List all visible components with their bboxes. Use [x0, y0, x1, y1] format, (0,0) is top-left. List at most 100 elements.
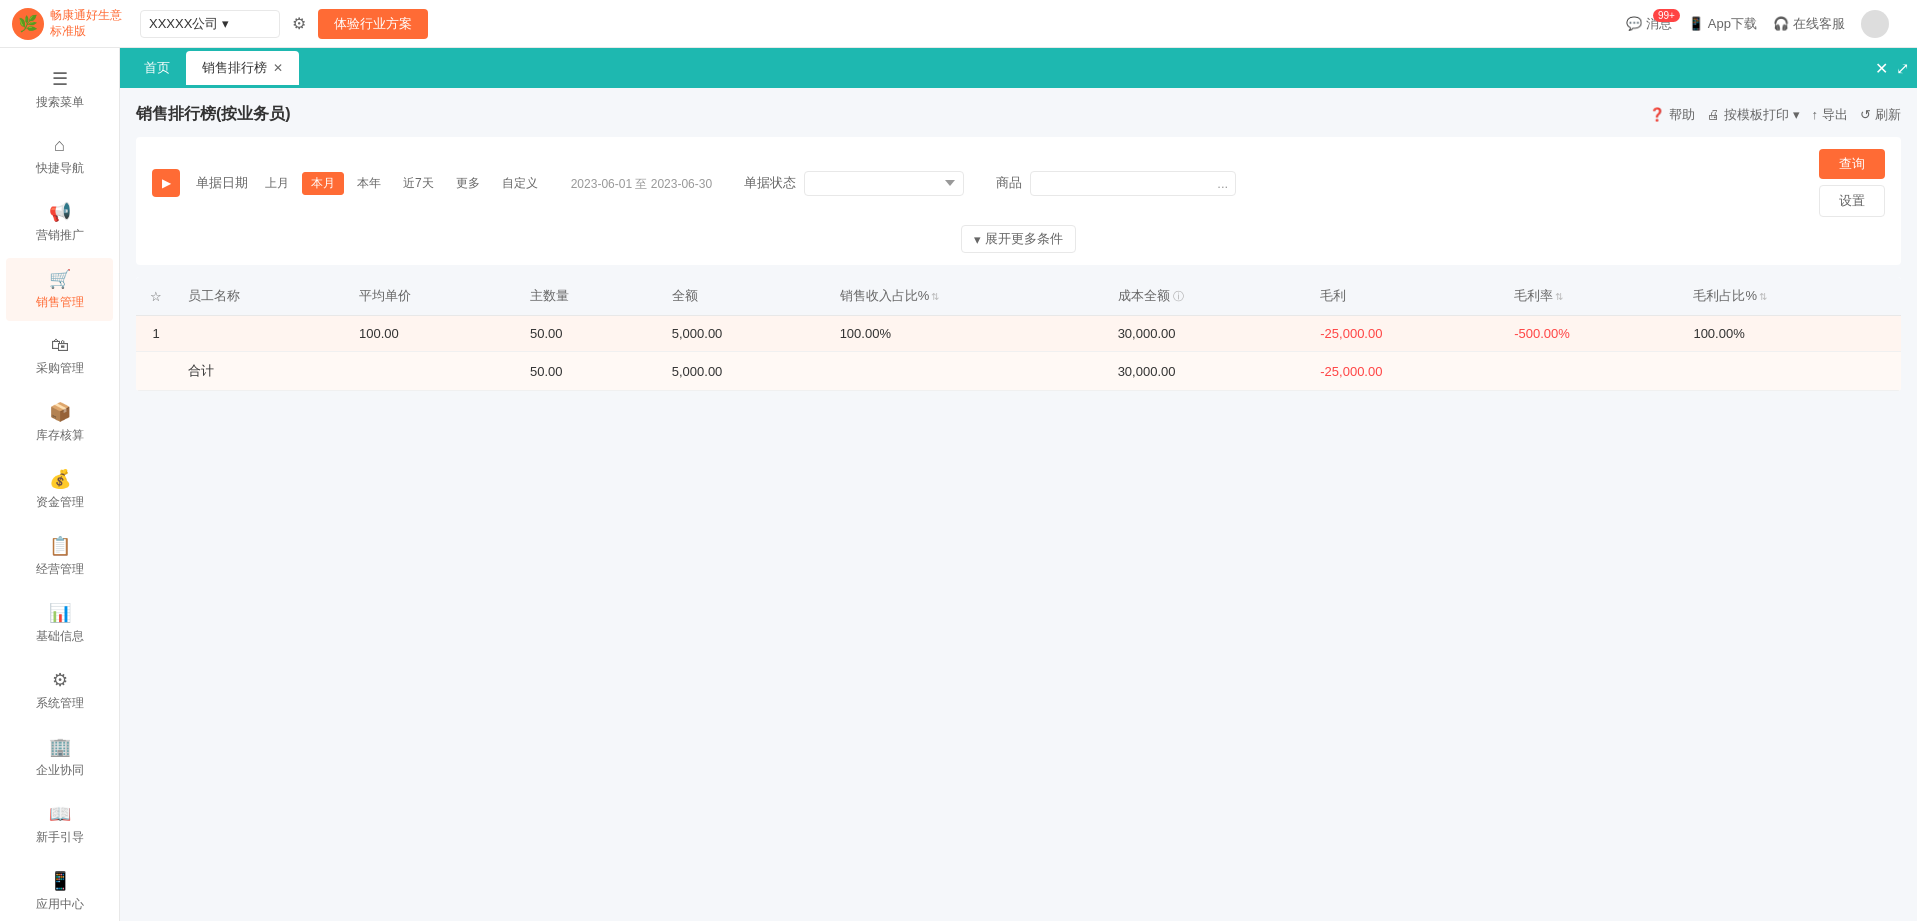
- tab-right-actions: ✕ ⤢: [1875, 59, 1909, 78]
- goods-filter: 商品 ...: [996, 171, 1236, 196]
- query-button[interactable]: 查询: [1819, 149, 1885, 179]
- table-container: ☆ 员工名称 平均单价 主数量 全额 销售收入占比%⇅ 成本全额 ⓘ 毛利 毛利…: [136, 277, 1901, 391]
- settings-icon[interactable]: ⚙: [288, 10, 310, 37]
- filter-expand-toggle[interactable]: ▶: [152, 169, 180, 197]
- goods-input[interactable]: [1030, 171, 1236, 196]
- cell-cost: 30,000.00: [1106, 316, 1309, 352]
- data-table: ☆ 员工名称 平均单价 主数量 全额 销售收入占比%⇅ 成本全额 ⓘ 毛利 毛利…: [136, 277, 1901, 391]
- experience-button[interactable]: 体验行业方案: [318, 9, 428, 39]
- date-tab-more[interactable]: 更多: [447, 172, 489, 195]
- date-tab-last7days[interactable]: 近7天: [394, 172, 443, 195]
- sidebar-item-label: 资金管理: [36, 494, 84, 511]
- total-gross-profit: -25,000.00: [1308, 352, 1502, 391]
- date-tab-last-month[interactable]: 上月: [256, 172, 298, 195]
- sidebar-item-label: 应用中心: [36, 896, 84, 913]
- sidebar: ☰ 搜索菜单 ⌂ 快捷导航 📢 营销推广 🛒 销售管理 🛍 采购管理 📦 库存核…: [0, 48, 120, 921]
- date-filter-label: 单据日期: [196, 174, 248, 192]
- system-icon: ⚙: [52, 669, 68, 691]
- operations-icon: 📋: [49, 535, 71, 557]
- gross-pct-sort-icon[interactable]: ⇅: [1759, 291, 1767, 302]
- tab-expand-btn[interactable]: ⤢: [1896, 59, 1909, 78]
- search-order-icon: ☰: [52, 68, 68, 90]
- home-icon: ⌂: [54, 135, 65, 156]
- status-select[interactable]: [804, 171, 964, 196]
- sidebar-item-label: 采购管理: [36, 360, 84, 377]
- col-employee: 员工名称: [176, 277, 347, 316]
- goods-filter-label: 商品: [996, 174, 1022, 192]
- gross-rate-sort-icon[interactable]: ⇅: [1555, 291, 1563, 302]
- sidebar-item-operations[interactable]: 📋 经营管理: [6, 525, 113, 588]
- sidebar-item-app-center[interactable]: 📱 应用中心: [6, 860, 113, 921]
- basic-info-icon: 📊: [49, 602, 71, 624]
- sidebar-item-basic-info[interactable]: 📊 基础信息: [6, 592, 113, 655]
- finance-icon: 💰: [49, 468, 71, 490]
- page-header: 销售排行榜(按业务员) ❓ 帮助 🖨 按模板打印 ▾ ↑ 导出: [136, 104, 1901, 125]
- total-row: 合计 50.00 5,000.00 30,000.00 -25,000.00: [136, 352, 1901, 391]
- logo-icon: 🌿: [12, 8, 44, 40]
- sidebar-item-purchase[interactable]: 🛍 采购管理: [6, 325, 113, 387]
- sidebar-item-inventory[interactable]: 📦 库存核算: [6, 391, 113, 454]
- expand-filters-button[interactable]: ▾ 展开更多条件: [961, 225, 1076, 253]
- marketing-icon: 📢: [49, 201, 71, 223]
- goods-more-icon[interactable]: ...: [1217, 176, 1228, 191]
- sidebar-item-search-order[interactable]: ☰ 搜索菜单: [6, 58, 113, 121]
- refresh-icon: ↺: [1860, 107, 1871, 122]
- query-actions: 查询 设置: [1819, 149, 1885, 217]
- refresh-button[interactable]: ↺ 刷新: [1860, 106, 1901, 124]
- sidebar-item-label: 经营管理: [36, 561, 84, 578]
- export-icon: ↑: [1812, 107, 1819, 122]
- date-tab-this-year[interactable]: 本年: [348, 172, 390, 195]
- total-gross-rate: [1502, 352, 1681, 391]
- tab-sales-rank[interactable]: 销售排行榜 ✕: [186, 51, 299, 85]
- cost-info-icon[interactable]: ⓘ: [1170, 290, 1184, 302]
- tab-close-window-btn[interactable]: ✕: [1875, 59, 1888, 78]
- top-right: 💬 消息 99+ 📱 App下载 🎧 在线客服: [1626, 10, 1905, 38]
- logo-text: 畅康通好生意 标准版: [50, 8, 122, 39]
- date-range-display: 2023-06-01 至 2023-06-30: [571, 174, 712, 193]
- table-header-row: ☆ 员工名称 平均单价 主数量 全额 销售收入占比%⇅ 成本全额 ⓘ 毛利 毛利…: [136, 277, 1901, 316]
- sidebar-item-finance[interactable]: 💰 资金管理: [6, 458, 113, 521]
- settings-button[interactable]: 设置: [1819, 185, 1885, 217]
- total-main-qty: 50.00: [518, 352, 660, 391]
- table-footer: 合计 50.00 5,000.00 30,000.00 -25,000.00: [136, 352, 1901, 391]
- date-tab-this-month[interactable]: 本月: [302, 172, 344, 195]
- online-service-button[interactable]: 🎧 在线客服: [1773, 15, 1845, 33]
- cell-main-qty: 50.00: [518, 316, 660, 352]
- status-filter-label: 单据状态: [744, 174, 796, 192]
- purchase-icon: 🛍: [51, 335, 69, 356]
- sidebar-item-quick-nav[interactable]: ⌂ 快捷导航: [6, 125, 113, 187]
- cell-employee: [176, 316, 347, 352]
- sidebar-item-label: 销售管理: [36, 294, 84, 311]
- beginner-icon: 📖: [49, 803, 71, 825]
- message-button[interactable]: 💬 消息 99+: [1626, 15, 1672, 33]
- sidebar-item-system[interactable]: ⚙ 系统管理: [6, 659, 113, 722]
- cell-gross-profit: -25,000.00: [1308, 316, 1502, 352]
- date-tab-custom[interactable]: 自定义: [493, 172, 547, 195]
- page-title: 销售排行榜(按业务员): [136, 104, 291, 125]
- message-icon: 💬: [1626, 16, 1642, 31]
- header-actions: ❓ 帮助 🖨 按模板打印 ▾ ↑ 导出 ↺ 刷新: [1649, 106, 1902, 124]
- sidebar-item-sales[interactable]: 🛒 销售管理: [6, 258, 113, 321]
- company-selector[interactable]: XXXXX公司 ▾: [140, 10, 280, 38]
- app-download-button[interactable]: 📱 App下载: [1688, 15, 1757, 33]
- sidebar-item-enterprise[interactable]: 🏢 企业协同: [6, 726, 113, 789]
- headset-icon: 🎧: [1773, 16, 1789, 31]
- template-print-button[interactable]: 🖨 按模板打印 ▾: [1707, 106, 1800, 124]
- sidebar-item-marketing[interactable]: 📢 营销推广: [6, 191, 113, 254]
- export-button[interactable]: ↑ 导出: [1812, 106, 1849, 124]
- col-gross-profit: 毛利: [1308, 277, 1502, 316]
- col-main-qty: 主数量: [518, 277, 660, 316]
- expand-row: ▾ 展开更多条件: [152, 225, 1885, 253]
- sales-pct-sort-icon[interactable]: ⇅: [931, 291, 939, 302]
- sidebar-item-label: 搜索菜单: [36, 94, 84, 111]
- total-amount: 5,000.00: [660, 352, 828, 391]
- phone-icon: 📱: [1688, 16, 1704, 31]
- sales-icon: 🛒: [49, 268, 71, 290]
- tab-close-icon[interactable]: ✕: [273, 61, 283, 75]
- col-cost: 成本全额 ⓘ: [1106, 277, 1309, 316]
- help-button[interactable]: ❓ 帮助: [1649, 106, 1695, 124]
- chevron-down-icon: ▾: [1793, 107, 1800, 122]
- user-avatar[interactable]: [1861, 10, 1889, 38]
- tab-home[interactable]: 首页: [128, 51, 186, 85]
- sidebar-item-beginner[interactable]: 📖 新手引导: [6, 793, 113, 856]
